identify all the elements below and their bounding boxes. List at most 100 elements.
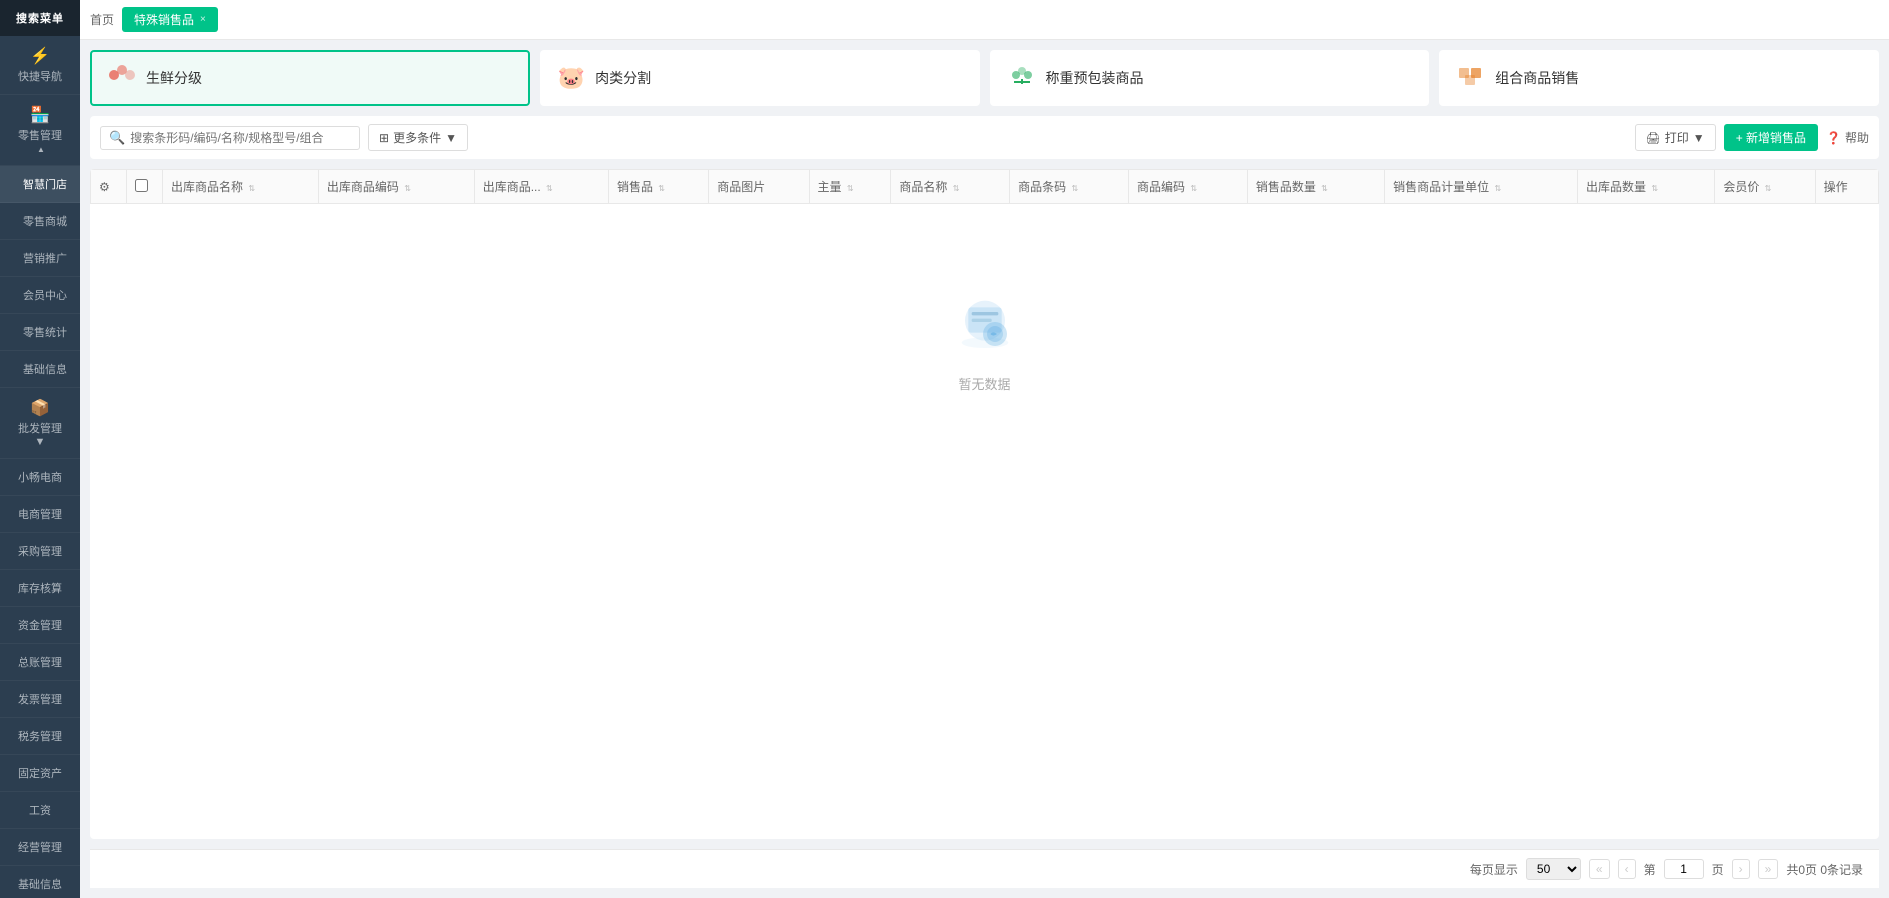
- tab-cards: 生鲜分级 🐷 肉类分割 称重预包装商品: [90, 50, 1879, 106]
- sidebar-item-smart-store[interactable]: 智慧门店: [0, 166, 80, 203]
- sidebar-item-fixed-assets[interactable]: 固定资产: [0, 755, 80, 792]
- sidebar-item-retail-mall[interactable]: 零售商城: [0, 203, 80, 240]
- col-sale-item: 销售品 ⇅: [608, 170, 708, 204]
- col-checkbox[interactable]: [127, 170, 163, 204]
- sidebar-item-invoice-mgmt[interactable]: 发票管理: [0, 681, 80, 718]
- wholesale-mgmt-icon: 📦: [5, 398, 75, 418]
- sidebar-item-label: 快捷导航: [5, 68, 75, 84]
- tab-card-label: 肉类分割: [595, 68, 651, 88]
- sidebar-item-ops-mgmt[interactable]: 经营管理: [0, 829, 80, 866]
- toolbar: 🔍 ⊞ 更多条件 ▼ 🖨 打印 ▼ + 新增销售品 ❓ 帮助: [90, 116, 1879, 159]
- sidebar-item-label: 零售商城: [15, 213, 75, 229]
- sidebar-item-purchase-mgmt[interactable]: 采购管理: [0, 533, 80, 570]
- sort-arrows[interactable]: ⇅: [546, 185, 553, 193]
- sidebar-item-label: 工资: [5, 802, 75, 818]
- sidebar-item-tax-mgmt[interactable]: 税务管理: [0, 718, 80, 755]
- sidebar-item-retail-stats[interactable]: 零售统计: [0, 314, 80, 351]
- select-all-checkbox[interactable]: [135, 179, 148, 192]
- sort-arrows[interactable]: ⇅: [953, 185, 960, 193]
- sidebar-item-label: 批发管理: [5, 420, 75, 436]
- col-sale-qty: 销售品数量 ⇅: [1247, 170, 1384, 204]
- sort-arrows[interactable]: ⇅: [1495, 185, 1502, 193]
- search-box[interactable]: 🔍: [100, 126, 360, 150]
- page-size-select[interactable]: 50 10 20 100: [1526, 858, 1581, 880]
- print-button[interactable]: 🖨 打印 ▼: [1635, 124, 1716, 151]
- sidebar-item-general-ledger[interactable]: 总账管理: [0, 644, 80, 681]
- page-area: 生鲜分级 🐷 肉类分割 称重预包装商品: [80, 40, 1889, 898]
- search-input[interactable]: [130, 131, 350, 145]
- sort-arrows[interactable]: ⇅: [847, 185, 854, 193]
- tab-card-label: 组合商品销售: [1495, 68, 1579, 88]
- sidebar-item-label: 营销推广: [15, 250, 75, 266]
- col-out-name: 出库商品名称 ⇅: [163, 170, 319, 204]
- sidebar-item-label: 电商管理: [5, 506, 75, 522]
- filter-icon: ⊞: [379, 131, 389, 145]
- filter-label: 更多条件: [393, 129, 441, 146]
- filter-button[interactable]: ⊞ 更多条件 ▼: [368, 124, 468, 151]
- total-label: 共0页 0条记录: [1786, 861, 1863, 878]
- col-out-spec: 出库商品... ⇅: [474, 170, 608, 204]
- tab-card-weigh-pack[interactable]: 称重预包装商品: [990, 50, 1430, 106]
- sidebar-logo: 搜索菜单: [0, 0, 80, 36]
- sort-arrows[interactable]: ⇅: [1321, 185, 1328, 193]
- printer-icon: 🖨: [1646, 131, 1661, 145]
- topbar: 首页 特殊销售品 ×: [80, 0, 1889, 40]
- col-member-price: 会员价 ⇅: [1715, 170, 1815, 204]
- sidebar-item-mini-ecom[interactable]: 小畅电商: [0, 459, 80, 496]
- help-icon: ❓: [1826, 131, 1841, 145]
- page-label: 第: [1644, 861, 1656, 878]
- empty-illustration: [945, 284, 1025, 364]
- weigh-pack-icon: [1008, 64, 1036, 92]
- sidebar-item-label: 小畅电商: [5, 469, 75, 485]
- print-dropdown-icon: ▼: [1693, 131, 1705, 145]
- sidebar-item-inventory[interactable]: 库存核算: [0, 570, 80, 607]
- sidebar-item-label: 零售管理: [5, 127, 75, 143]
- col-product-name: 商品名称 ⇅: [891, 170, 1010, 204]
- sort-arrows[interactable]: ⇅: [404, 185, 411, 193]
- tab-card-fresh-grade[interactable]: 生鲜分级: [90, 50, 530, 106]
- sidebar-item-ecom-mgmt[interactable]: 电商管理: [0, 496, 80, 533]
- new-button[interactable]: + 新增销售品: [1724, 124, 1818, 151]
- tab-card-meat-cut[interactable]: 🐷 肉类分割: [540, 50, 980, 106]
- topbar-tab-close[interactable]: ×: [200, 14, 206, 25]
- sort-arrows[interactable]: ⇅: [1765, 185, 1772, 193]
- col-settings[interactable]: ⚙: [91, 170, 127, 204]
- sidebar-item-wholesale-mgmt[interactable]: 📦 批发管理: [0, 388, 80, 459]
- sort-arrows[interactable]: ⇅: [1651, 185, 1658, 193]
- combo-icon: [1457, 64, 1485, 92]
- sidebar-item-member-center[interactable]: 会员中心: [0, 277, 80, 314]
- sort-arrows[interactable]: ⇅: [658, 185, 665, 193]
- sidebar-item-sales-promo[interactable]: 营销推广: [0, 240, 80, 277]
- sidebar-item-label: 基础信息: [15, 361, 75, 377]
- sidebar-item-label: 基础信息: [5, 876, 75, 892]
- first-page-btn[interactable]: «: [1589, 859, 1610, 879]
- next-page-btn[interactable]: ›: [1732, 859, 1750, 879]
- table-container: ⚙ 出库商品名称 ⇅ 出库商品编码 ⇅ 出库商品... ⇅: [90, 169, 1879, 839]
- topbar-active-tab[interactable]: 特殊销售品 ×: [122, 7, 218, 32]
- tab-card-label: 生鲜分级: [146, 68, 202, 88]
- sidebar-item-retail-mgmt[interactable]: 🏪 零售管理: [0, 95, 80, 166]
- sidebar-item-base-info[interactable]: 基础信息: [0, 351, 80, 388]
- col-out-code: 出库商品编码 ⇅: [318, 170, 474, 204]
- page-input[interactable]: 1: [1664, 859, 1704, 879]
- sort-arrows[interactable]: ⇅: [1072, 185, 1079, 193]
- sidebar-item-base-info2[interactable]: 基础信息: [0, 866, 80, 898]
- sidebar-item-finance-mgmt[interactable]: 资金管理: [0, 607, 80, 644]
- col-product-img: 商品图片: [709, 170, 809, 204]
- sidebar-item-quick-nav[interactable]: ⚡ 快捷导航: [0, 36, 80, 95]
- sidebar-item-label: 智慧门店: [15, 176, 75, 192]
- help-button[interactable]: ❓ 帮助: [1826, 129, 1869, 146]
- topbar-home[interactable]: 首页: [90, 11, 114, 28]
- sidebar-item-label: 发票管理: [5, 691, 75, 707]
- tab-card-combo[interactable]: 组合商品销售: [1439, 50, 1879, 106]
- fresh-grade-icon: [108, 64, 136, 92]
- prev-page-btn[interactable]: ‹: [1618, 859, 1636, 879]
- sidebar-item-wages[interactable]: 工资: [0, 792, 80, 829]
- sort-arrows[interactable]: ⇅: [248, 185, 255, 193]
- last-page-btn[interactable]: »: [1758, 859, 1779, 879]
- sort-arrows[interactable]: ⇅: [1190, 185, 1197, 193]
- col-out-qty: 出库品数量 ⇅: [1577, 170, 1714, 204]
- col-main-weight: 主量 ⇅: [809, 170, 891, 204]
- meat-cut-icon: 🐷: [558, 65, 585, 91]
- col-product-code: 商品编码 ⇅: [1128, 170, 1247, 204]
